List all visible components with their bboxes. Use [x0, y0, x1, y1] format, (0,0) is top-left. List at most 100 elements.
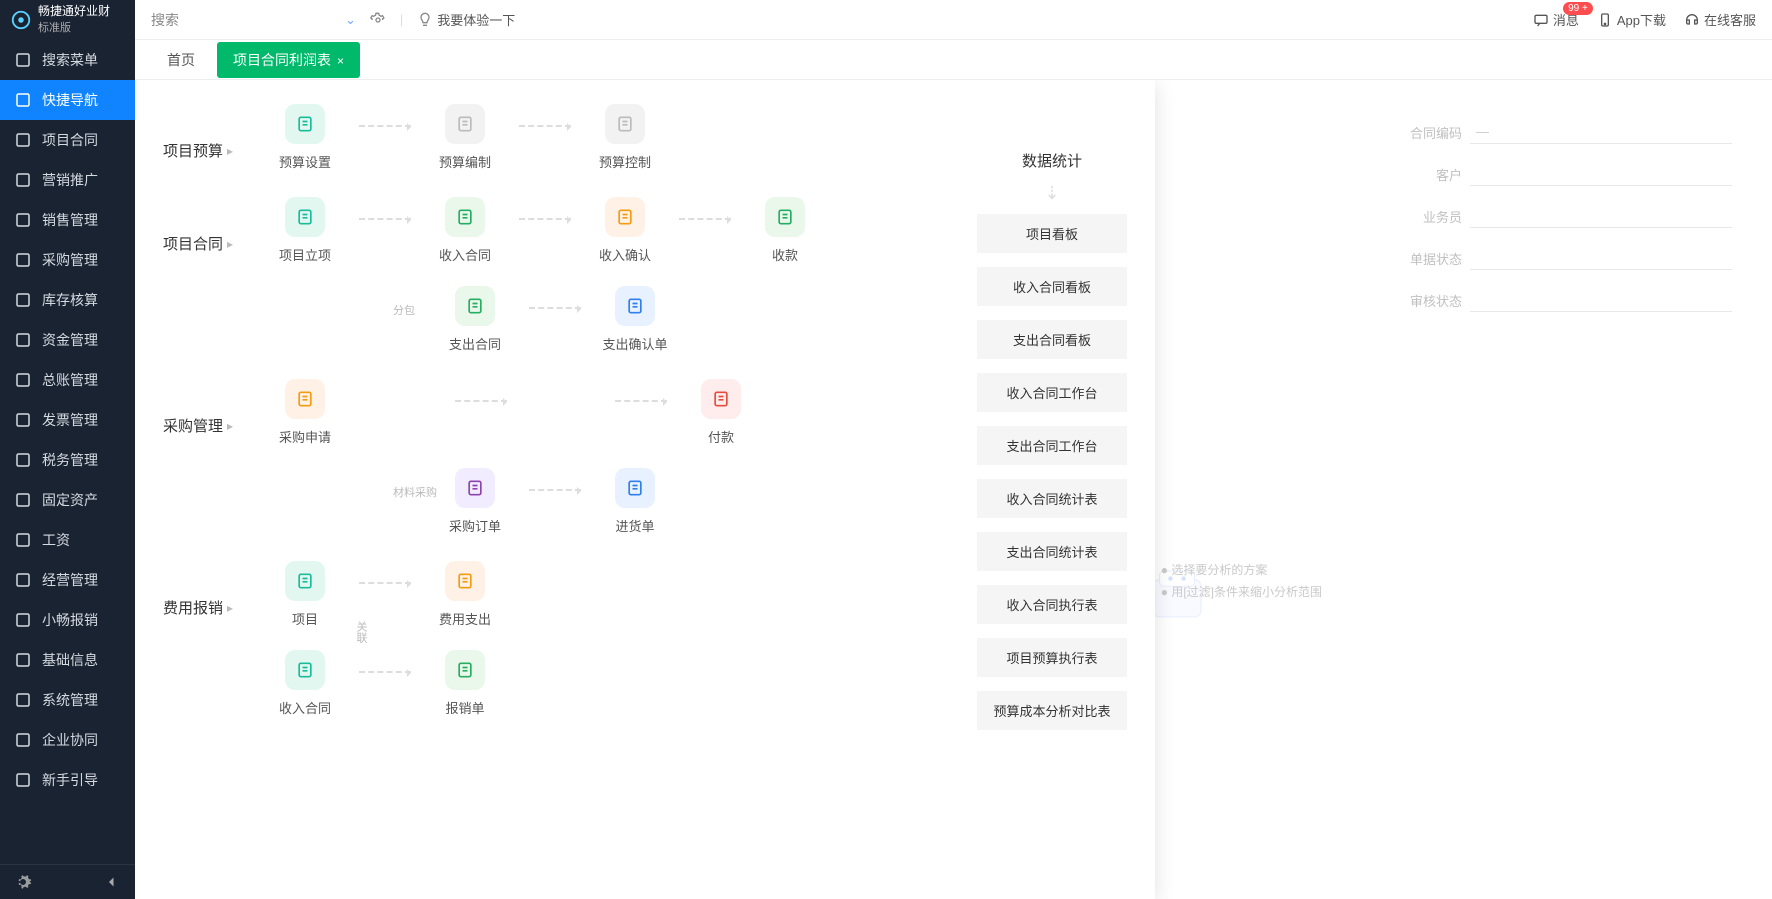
stats-item-4[interactable]: 支出合同工作台	[977, 426, 1127, 465]
book-icon	[14, 371, 32, 389]
receipt-icon	[14, 411, 32, 429]
flow-node[interactable]: 报销单	[423, 650, 507, 717]
collab-icon	[14, 731, 32, 749]
stats-item-2[interactable]: 支出合同看板	[977, 320, 1127, 359]
refresh-icon	[14, 611, 32, 629]
sidebar-item-0[interactable]: 搜索菜单	[0, 40, 135, 80]
logo-text: 畅捷通好业财	[38, 5, 110, 18]
sidebar-item-6[interactable]: 库存核算	[0, 280, 135, 320]
node-icon	[455, 468, 495, 508]
section-title: 项目预算▸	[163, 104, 263, 161]
section-title: 项目合同▸	[163, 197, 263, 254]
sidebar-item-15[interactable]: 基础信息	[0, 640, 135, 680]
sidebar-item-10[interactable]: 税务管理	[0, 440, 135, 480]
sidebar-item-9[interactable]: 发票管理	[0, 400, 135, 440]
app-download-button[interactable]: App下载	[1597, 10, 1666, 29]
flow-node[interactable]: 采购申请	[263, 379, 347, 446]
sidebar-item-17[interactable]: 企业协同	[0, 720, 135, 760]
sidebar-menu: 搜索菜单快捷导航项目合同营销推广销售管理采购管理库存核算资金管理总账管理发票管理…	[0, 40, 135, 864]
gear-icon[interactable]	[14, 873, 32, 891]
stats-item-8[interactable]: 项目预算执行表	[977, 638, 1127, 677]
flow-node[interactable]: 支出合同	[433, 286, 517, 353]
node-icon	[285, 197, 325, 237]
quicknav-flyout: 项目预算▸预算设置预算编制预算控制项目合同▸项目立项收入合同收入确认收款分包支出…	[135, 80, 1155, 899]
flow-node[interactable]: 项目	[263, 561, 347, 628]
sidebar-item-18[interactable]: 新手引导	[0, 760, 135, 800]
stats-item-3[interactable]: 收入合同工作台	[977, 373, 1127, 412]
sidebar-item-12[interactable]: 工资	[0, 520, 135, 560]
sidebar-item-3[interactable]: 营销推广	[0, 160, 135, 200]
flow-node[interactable]: 收款	[743, 197, 827, 264]
sidebar-item-1[interactable]: 快捷导航	[0, 80, 135, 120]
field-customer[interactable]: 客户	[1392, 162, 1732, 186]
search-input[interactable]: 搜索	[151, 10, 331, 30]
node-icon	[285, 561, 325, 601]
close-icon[interactable]: ×	[337, 54, 344, 68]
sidebar-item-4[interactable]: 销售管理	[0, 200, 135, 240]
collapse-icon[interactable]	[103, 873, 121, 891]
stats-item-0[interactable]: 项目看板	[977, 214, 1127, 253]
ring-icon	[14, 211, 32, 229]
salary-icon	[14, 531, 32, 549]
sidebar-item-14[interactable]: 小畅报销	[0, 600, 135, 640]
field-salesman[interactable]: 业务员	[1392, 204, 1732, 228]
search-icon	[14, 51, 32, 69]
flow-node[interactable]: 支出确认单	[593, 286, 677, 353]
sidebar-item-7[interactable]: 资金管理	[0, 320, 135, 360]
flow-node[interactable]: 项目立项	[263, 197, 347, 264]
flow-node[interactable]: 采购订单	[433, 468, 517, 535]
messages-label: 消息	[1553, 10, 1579, 29]
bar-icon	[14, 571, 32, 589]
chevron-down-icon[interactable]: ⌄	[345, 12, 356, 28]
node-icon	[285, 104, 325, 144]
flow-node[interactable]: 进货单	[593, 468, 677, 535]
flow-node[interactable]: 费用支出	[423, 561, 507, 628]
topbar: 搜索 ⌄ | 我要体验一下 消息 App下载 在线客服	[135, 0, 1772, 40]
field-contract-code[interactable]: 合同编码 —	[1392, 120, 1732, 144]
stats-item-1[interactable]: 收入合同看板	[977, 267, 1127, 306]
sidebar-item-8[interactable]: 总账管理	[0, 360, 135, 400]
node-icon	[605, 197, 645, 237]
sidebar-item-5[interactable]: 采购管理	[0, 240, 135, 280]
flow-node[interactable]: 预算控制	[583, 104, 667, 171]
stats-item-6[interactable]: 支出合同统计表	[977, 532, 1127, 571]
node-icon	[765, 197, 805, 237]
flow-node[interactable]: 预算设置	[263, 104, 347, 171]
try-button[interactable]: 我要体验一下	[417, 10, 515, 29]
stats-item-9[interactable]: 预算成本分析对比表	[977, 691, 1127, 730]
flow-node[interactable]: 付款	[679, 379, 763, 446]
stats-item-5[interactable]: 收入合同统计表	[977, 479, 1127, 518]
node-icon	[455, 286, 495, 326]
service-label: 在线客服	[1704, 10, 1756, 29]
helper-tips: ● 选择要分析的方案 ● 用[过滤]条件来缩小分析范围	[1161, 560, 1322, 603]
tab-1[interactable]: 项目合同利润表×	[217, 42, 360, 78]
section-title: 采购管理▸	[163, 379, 263, 436]
chevron-right-icon: ▸	[227, 237, 233, 251]
flow-node[interactable]: 收入合同	[423, 197, 507, 264]
sidebar-item-16[interactable]: 系统管理	[0, 680, 135, 720]
flow-node[interactable]: 预算编制	[423, 104, 507, 171]
logo-icon	[10, 9, 32, 31]
field-audit-status[interactable]: 审核状态	[1392, 288, 1732, 312]
chevron-right-icon: ▸	[227, 144, 233, 158]
sidebar-item-11[interactable]: 固定资产	[0, 480, 135, 520]
tab-0[interactable]: 首页	[151, 42, 211, 78]
messages-button[interactable]: 消息	[1533, 10, 1579, 29]
stats-item-7[interactable]: 收入合同执行表	[977, 585, 1127, 624]
settings-icon[interactable]	[370, 12, 386, 28]
field-doc-status[interactable]: 单据状态	[1392, 246, 1732, 270]
node-icon	[615, 468, 655, 508]
chevron-right-icon: ▸	[227, 419, 233, 433]
cart-icon	[14, 251, 32, 269]
printer-icon	[14, 451, 32, 469]
node-icon	[285, 379, 325, 419]
flow-node[interactable]: 收入合同	[263, 650, 347, 717]
content: 项目合同利润表(按合同部门) 按统计方式查询 ◉按合同部门○按合同业务员○按项目…	[135, 80, 1772, 899]
section-title: 费用报销▸	[163, 561, 263, 618]
flow-node[interactable]: 收入确认	[583, 197, 667, 264]
node-icon	[445, 561, 485, 601]
sidebar-item-13[interactable]: 经营管理	[0, 560, 135, 600]
online-service-button[interactable]: 在线客服	[1684, 10, 1756, 29]
node-icon	[605, 104, 645, 144]
sidebar-item-2[interactable]: 项目合同	[0, 120, 135, 160]
